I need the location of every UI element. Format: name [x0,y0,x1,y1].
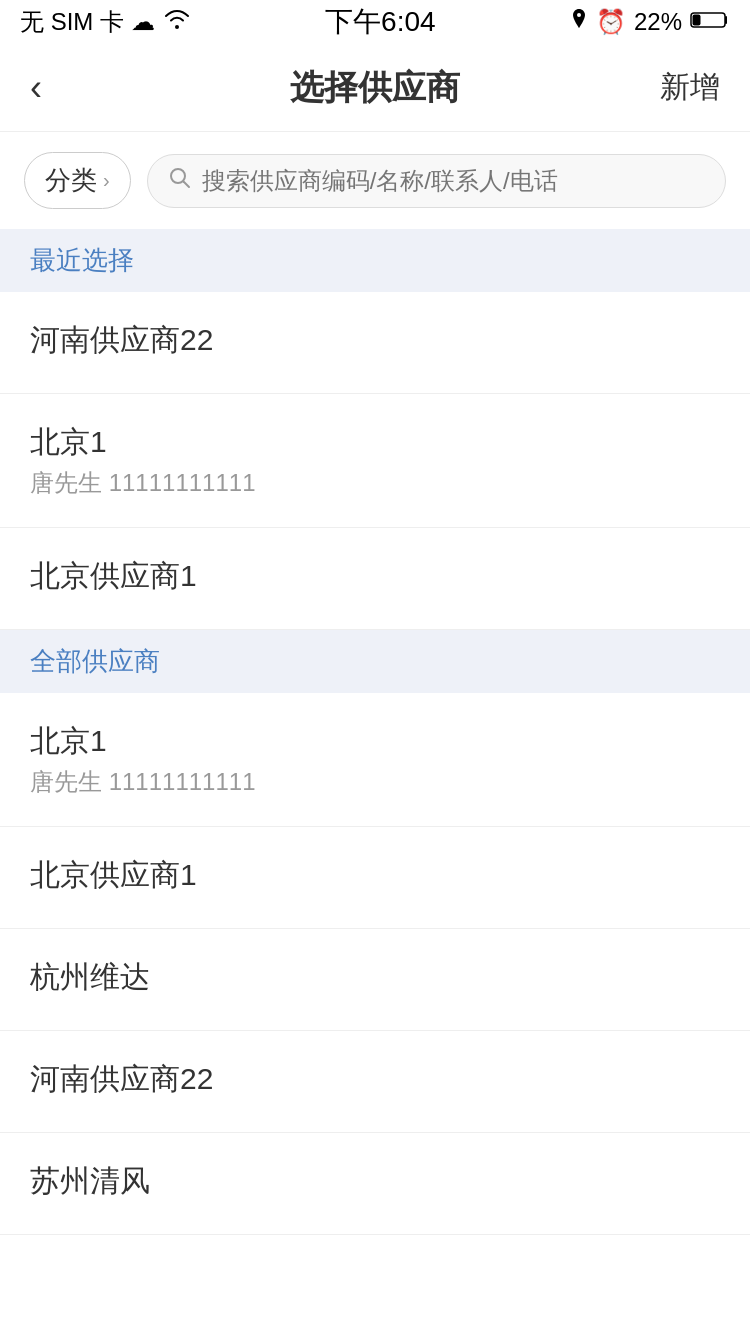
supplier-list: 最近选择河南供应商22 北京1 唐先生 11111111111 北京供应商1 全部供应商… [0,229,750,1235]
category-button[interactable]: 分类 › [24,152,131,209]
supplier-name: 北京1 [30,422,720,463]
supplier-sub: 唐先生 11111111111 [30,766,720,798]
wifi-icon [163,8,191,36]
section-header-all: 全部供应商 [0,630,750,693]
search-box[interactable] [147,154,726,208]
status-time: 下午6:04 [325,3,436,41]
status-bar: 无 SIM 卡 ☁ 下午6:04 ⏰ 22% [0,0,750,44]
alarm-icon: ⏰ [596,8,626,36]
list-item[interactable]: 北京1 唐先生 11111111111 [0,693,750,827]
supplier-name: 杭州维达 [30,957,720,998]
supplier-name: 河南供应商22 [30,320,720,361]
list-item[interactable]: 北京供应商1 [0,827,750,929]
supplier-name: 河南供应商22 [30,1059,720,1100]
page-title: 选择供应商 [290,65,460,111]
sim-status: 无 SIM 卡 ☁ [20,6,155,38]
list-item[interactable]: 杭州维达 [0,929,750,1031]
search-input[interactable] [202,167,705,195]
filter-bar: 分类 › [0,132,750,229]
location-icon [570,8,588,36]
svg-line-4 [183,181,189,187]
list-item[interactable]: 河南供应商22 [0,1031,750,1133]
chevron-right-icon: › [103,169,110,192]
supplier-sub: 唐先生 11111111111 [30,467,720,499]
svg-rect-2 [693,15,701,26]
category-label: 分类 [45,163,97,198]
supplier-name: 北京供应商1 [30,556,720,597]
status-left: 无 SIM 卡 ☁ [20,6,191,38]
section-header-recent: 最近选择 [0,229,750,292]
list-item[interactable]: 北京供应商1 [0,528,750,630]
svg-point-0 [577,13,581,17]
supplier-name: 北京供应商1 [30,855,720,896]
list-item[interactable]: 河南供应商22 [0,292,750,394]
supplier-name: 苏州清风 [30,1161,720,1202]
nav-bar: ‹ 选择供应商 新增 [0,44,750,132]
back-button[interactable]: ‹ [30,67,90,109]
list-item[interactable]: 北京1 唐先生 11111111111 [0,394,750,528]
new-button[interactable]: 新增 [660,67,720,108]
battery-text: 22% [634,8,682,36]
battery-icon [690,8,730,36]
supplier-name: 北京1 [30,721,720,762]
list-item[interactable]: 苏州清风 [0,1133,750,1235]
search-icon [168,165,192,197]
status-right: ⏰ 22% [570,8,730,36]
